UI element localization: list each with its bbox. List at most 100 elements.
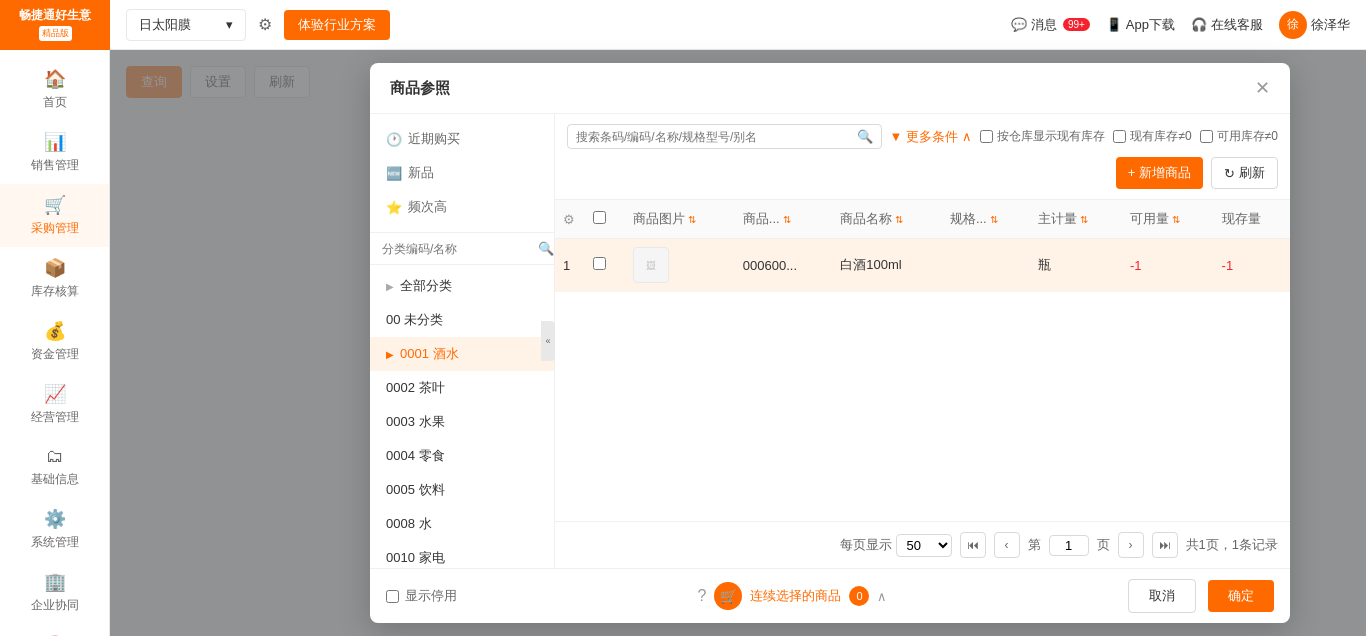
table-settings-icon[interactable]: ⚙ — [563, 212, 575, 227]
cat-item-0004[interactable]: 0004 零食 — [370, 439, 554, 473]
page-number-input[interactable] — [1049, 535, 1089, 556]
category-search-icon[interactable]: 🔍 — [538, 241, 554, 256]
sidebar-label-home: 首页 — [43, 94, 67, 111]
th-name: 商品名称 ⇅ — [832, 200, 942, 239]
product-search-icon[interactable]: 🔍 — [857, 129, 873, 144]
select-all-checkbox[interactable] — [593, 211, 606, 224]
cat-item-0005[interactable]: 0005 饮料 — [370, 473, 554, 507]
category-panel: 🕐 近期购买 🆕 新品 ⭐ 频次高 — [370, 114, 555, 568]
sidebar-label-enterprise: 企业协同 — [31, 597, 79, 614]
collapse-panel-btn[interactable]: « — [541, 321, 555, 361]
available-value: -1 — [1130, 258, 1142, 273]
settings-icon[interactable]: ⚙ — [258, 15, 272, 34]
sidebar-item-system[interactable]: ⚙️ 系统管理 — [0, 498, 109, 561]
modal-title: 商品参照 — [390, 79, 450, 98]
th-spec: 规格... ⇅ — [942, 200, 1031, 239]
cat-item-0008[interactable]: 0008 水 — [370, 507, 554, 541]
sidebar-item-finance[interactable]: 💰 资金管理 — [0, 310, 109, 373]
refresh-icon: ↻ — [1224, 166, 1235, 181]
user-nav-item[interactable]: 徐 徐泽华 — [1279, 11, 1350, 39]
app-download-nav-item[interactable]: 📱 App下载 — [1106, 16, 1175, 34]
avatar: 徐 — [1279, 11, 1307, 39]
online-service-nav-item[interactable]: 🎧 在线客服 — [1191, 16, 1263, 34]
page-size-selector: 每页显示 50 100 — [840, 534, 952, 557]
product-image: 🖼 — [633, 247, 669, 283]
cat-0002-label: 0002 茶叶 — [386, 379, 445, 397]
show-disabled-label: 显示停用 — [405, 587, 457, 605]
filter-btn[interactable]: ▼ 更多条件 ∧ — [890, 128, 973, 146]
cat-all-arrow: ▶ — [386, 281, 394, 292]
sidebar-item-purchase[interactable]: 🛒 采购管理 — [0, 184, 109, 247]
new-icon: 🆕 — [386, 166, 402, 181]
checkbox-warehouse-stock-label: 按仓库显示现有库存 — [997, 128, 1105, 145]
sidebar-item-guide[interactable]: 🎯 新手引导 — [0, 624, 109, 636]
th-code-label: 商品... — [743, 210, 780, 228]
sales-icon: 📊 — [44, 131, 66, 153]
page-size-select-input[interactable]: 50 100 — [896, 534, 952, 557]
sidebar-item-inventory[interactable]: 📦 库存核算 — [0, 247, 109, 310]
product-search-input[interactable] — [576, 130, 851, 144]
th-spec-label: 规格... — [950, 210, 987, 228]
cancel-button[interactable]: 取消 — [1128, 579, 1196, 613]
checkbox-available-stock[interactable]: 可用库存≠0 — [1200, 128, 1278, 145]
cat-00-label: 00 未分类 — [386, 311, 443, 329]
add-product-btn[interactable]: + 新增商品 — [1116, 157, 1203, 189]
tab-new-label: 新品 — [408, 164, 434, 182]
td-checkbox — [585, 239, 625, 292]
table-row[interactable]: 1 🖼 000600... — [555, 239, 1290, 292]
cat-item-0002[interactable]: 0002 茶叶 — [370, 371, 554, 405]
branch-dropdown[interactable]: 日太阳膜 ▾ — [126, 9, 246, 41]
show-disabled-checkbox[interactable] — [386, 590, 399, 603]
checkbox-current-stock[interactable]: 现有库存≠0 — [1113, 128, 1191, 145]
checkbox-available-stock-label: 可用库存≠0 — [1217, 128, 1278, 145]
sidebar-label-sales: 销售管理 — [31, 157, 79, 174]
checkbox-warehouse-stock-input[interactable] — [980, 130, 993, 143]
modal-close-icon[interactable]: ✕ — [1255, 77, 1270, 99]
cat-item-0010[interactable]: 0010 家电 — [370, 541, 554, 568]
cat-0008-label: 0008 水 — [386, 515, 432, 533]
headset-icon: 🎧 — [1191, 17, 1207, 32]
sidebar-item-enterprise[interactable]: 🏢 企业协同 — [0, 561, 109, 624]
sidebar-item-basic[interactable]: 🗂 基础信息 — [0, 436, 109, 498]
checkbox-warehouse-stock[interactable]: 按仓库显示现有库存 — [980, 128, 1105, 145]
cat-item-all[interactable]: ▶ 全部分类 — [370, 269, 554, 303]
confirm-button[interactable]: 确定 — [1208, 580, 1274, 612]
cat-0001-label: 0001 酒水 — [400, 345, 459, 363]
prev-page-btn[interactable]: ‹ — [994, 532, 1020, 558]
checkbox-available-stock-input[interactable] — [1200, 130, 1213, 143]
product-toolbar: 🔍 ▼ 更多条件 ∧ 按仓库显示现有库存 — [555, 114, 1290, 200]
checkbox-current-stock-input[interactable] — [1113, 130, 1126, 143]
first-page-btn[interactable]: ⏮ — [960, 532, 986, 558]
toolbar-action-btns: + 新增商品 ↻ 刷新 — [1116, 157, 1278, 189]
collapse-cart-icon[interactable]: ∧ — [877, 589, 887, 604]
sidebar-item-sales[interactable]: 📊 销售管理 — [0, 121, 109, 184]
cat-item-0001[interactable]: ▶ 0001 酒水 — [370, 337, 554, 371]
sidebar-label-finance: 资金管理 — [31, 346, 79, 363]
tab-recent[interactable]: 🕐 近期购买 — [370, 122, 554, 156]
tab-frequent[interactable]: ⭐ 频次高 — [370, 190, 554, 224]
th-available-label: 可用量 — [1130, 210, 1169, 228]
category-search-input[interactable] — [382, 242, 532, 256]
cat-item-0003[interactable]: 0003 水果 — [370, 405, 554, 439]
total-info: 共1页，1条记录 — [1186, 536, 1278, 554]
sidebar-item-home[interactable]: 🏠 首页 — [0, 58, 109, 121]
help-icon[interactable]: ? — [698, 587, 707, 605]
enterprise-icon: 🏢 — [44, 571, 66, 593]
cat-0003-label: 0003 水果 — [386, 413, 445, 431]
sidebar-item-operations[interactable]: 📈 经营管理 — [0, 373, 109, 436]
refresh-btn[interactable]: ↻ 刷新 — [1211, 157, 1278, 189]
last-page-btn[interactable]: ⏭ — [1152, 532, 1178, 558]
cart-icon[interactable]: 🛒 — [714, 582, 742, 610]
frequent-icon: ⭐ — [386, 200, 402, 215]
sort-spec-icon: ⇅ — [990, 214, 998, 225]
sort-available-icon: ⇅ — [1172, 214, 1180, 225]
cat-item-00[interactable]: 00 未分类 — [370, 303, 554, 337]
next-page-btn[interactable]: › — [1118, 532, 1144, 558]
cta-button[interactable]: 体验行业方案 — [284, 10, 390, 40]
inventory-icon: 📦 — [44, 257, 66, 279]
message-icon: 💬 — [1011, 17, 1027, 32]
row-checkbox[interactable] — [593, 257, 606, 270]
purchase-icon: 🛒 — [44, 194, 66, 216]
tab-new[interactable]: 🆕 新品 — [370, 156, 554, 190]
messages-nav-item[interactable]: 💬 消息 99+ — [1011, 16, 1090, 34]
